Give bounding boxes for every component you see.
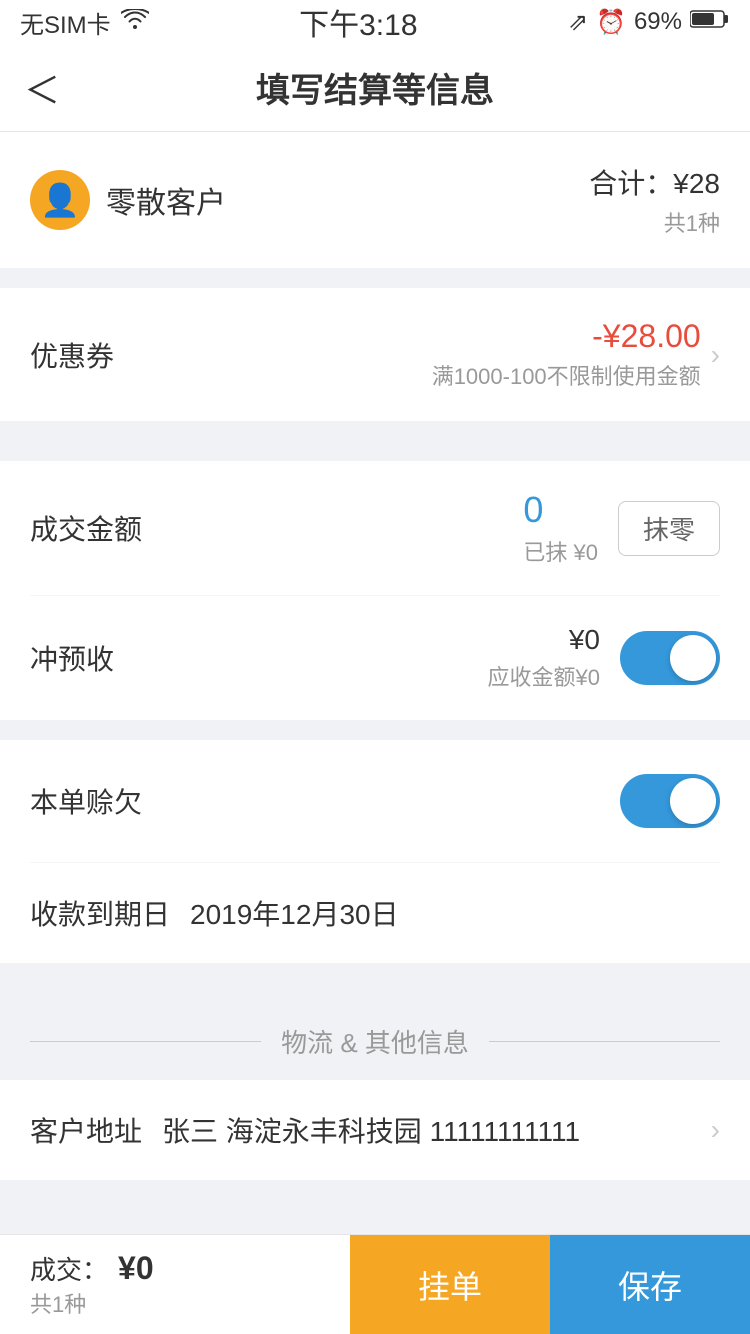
debt-toggle[interactable] xyxy=(620,774,720,828)
location-icon: ⇗ xyxy=(568,8,588,37)
transaction-value-group: 0 已抹 ¥0 xyxy=(523,489,598,567)
coupon-desc: 满1000-100不限制使用金额 xyxy=(432,359,701,391)
customer-card: 👤 零散客户 合计：¥28 共1种 xyxy=(0,132,750,268)
debt-row: 本单赊欠 xyxy=(30,740,720,863)
hang-button[interactable]: 挂单 xyxy=(350,1235,550,1334)
customer-left: 👤 零散客户 xyxy=(30,170,226,230)
debt-label: 本单赊欠 xyxy=(30,781,142,821)
bottom-label: 成交： xyxy=(30,1250,108,1287)
address-chevron-icon: › xyxy=(711,1114,720,1146)
bottom-summary: 成交： ¥0 共1种 xyxy=(0,1250,350,1319)
logistics-line-right xyxy=(489,1041,720,1042)
alarm-icon: ⏰ xyxy=(596,8,626,37)
bottom-amount: ¥0 xyxy=(118,1250,154,1287)
round-button[interactable]: 抹零 xyxy=(618,501,720,556)
status-time: 下午3:18 xyxy=(299,0,417,44)
pre-collect-toggle[interactable] xyxy=(620,631,720,685)
divider-2 xyxy=(0,720,750,740)
address-row[interactable]: 客户地址 张三 海淀永丰科技园 11111111111 › xyxy=(30,1080,720,1180)
logistics-line-left xyxy=(30,1041,261,1042)
content: 👤 零散客户 合计：¥28 共1种 优惠券 -¥28.00 满1000-100不… xyxy=(0,132,750,1300)
transaction-label: 成交金额 xyxy=(30,508,142,548)
customer-row: 👤 零散客户 合计：¥28 共1种 xyxy=(0,132,750,268)
address-label: 客户地址 xyxy=(30,1110,142,1150)
nav-bar: ＜ 填写结算等信息 xyxy=(0,44,750,132)
battery-icon xyxy=(690,8,730,36)
coupon-row[interactable]: 优惠券 -¥28.00 满1000-100不限制使用金额 › xyxy=(0,288,750,421)
pre-sub: 应收金额¥0 xyxy=(488,660,600,692)
address-value: 张三 海淀永丰科技园 11111111111 xyxy=(162,1110,711,1150)
address-section: 客户地址 张三 海淀永丰科技园 11111111111 › xyxy=(0,1080,750,1180)
due-date-value: 2019年12月30日 xyxy=(190,893,399,933)
battery-text: 69% xyxy=(634,8,682,36)
coupon-value-group: -¥28.00 满1000-100不限制使用金额 xyxy=(432,318,701,391)
customer-count: 共1种 xyxy=(589,206,720,238)
status-right: ⇗ ⏰ 69% xyxy=(568,8,730,37)
status-left: 无SIM卡 xyxy=(20,5,149,40)
transaction-row: 成交金额 0 已抹 ¥0 抹零 xyxy=(30,461,720,596)
due-date-label: 收款到期日 xyxy=(30,893,170,933)
chevron-right-icon: › xyxy=(711,339,720,371)
pre-collect-right: ¥0 应收金额¥0 xyxy=(488,624,720,692)
debt-section: 本单赊欠 收款到期日 2019年12月30日 xyxy=(0,740,750,963)
amount-section: 成交金额 0 已抹 ¥0 抹零 冲预收 ¥0 应收金额¥0 xyxy=(0,461,750,720)
coupon-right: -¥28.00 满1000-100不限制使用金额 › xyxy=(432,318,720,391)
wifi-icon xyxy=(121,8,149,36)
avatar: 👤 xyxy=(30,170,90,230)
transaction-right: 0 已抹 ¥0 抹零 xyxy=(523,489,720,567)
back-button[interactable]: ＜ xyxy=(24,62,60,114)
status-bar: 无SIM卡 下午3:18 ⇗ ⏰ 69% xyxy=(0,0,750,44)
toggle-knob xyxy=(670,635,716,681)
divider-3 xyxy=(0,983,750,1003)
bottom-bar: 成交： ¥0 共1种 挂单 保存 xyxy=(0,1234,750,1334)
transaction-sub: 已抹 ¥0 xyxy=(523,535,598,567)
save-button[interactable]: 保存 xyxy=(550,1235,750,1334)
bottom-count: 共1种 xyxy=(30,1287,320,1319)
due-date-row: 收款到期日 2019年12月30日 xyxy=(30,863,720,963)
carrier-text: 无SIM卡 xyxy=(20,5,111,40)
transaction-value: 0 xyxy=(523,489,598,531)
customer-right: 合计：¥28 共1种 xyxy=(589,162,720,238)
customer-total: 合计：¥28 xyxy=(589,162,720,202)
pre-collect-label: 冲预收 xyxy=(30,638,114,678)
logistics-section: 物流 & 其他信息 xyxy=(0,1003,750,1080)
person-icon: 👤 xyxy=(40,181,80,219)
coupon-amount: -¥28.00 xyxy=(432,318,701,355)
page-title: 填写结算等信息 xyxy=(256,63,494,112)
debt-toggle-knob xyxy=(670,778,716,824)
logistics-text: 物流 & 其他信息 xyxy=(281,1023,469,1060)
bottom-summary-top: 成交： ¥0 xyxy=(30,1250,320,1287)
coupon-card[interactable]: 优惠券 -¥28.00 满1000-100不限制使用金额 › xyxy=(0,288,750,421)
divider-1 xyxy=(0,441,750,461)
pre-collect-row: 冲预收 ¥0 应收金额¥0 xyxy=(30,596,720,720)
pre-amount-group: ¥0 应收金额¥0 xyxy=(488,624,600,692)
coupon-label: 优惠券 xyxy=(30,335,114,375)
customer-name: 零散客户 xyxy=(106,178,226,222)
pre-amount: ¥0 xyxy=(488,624,600,656)
